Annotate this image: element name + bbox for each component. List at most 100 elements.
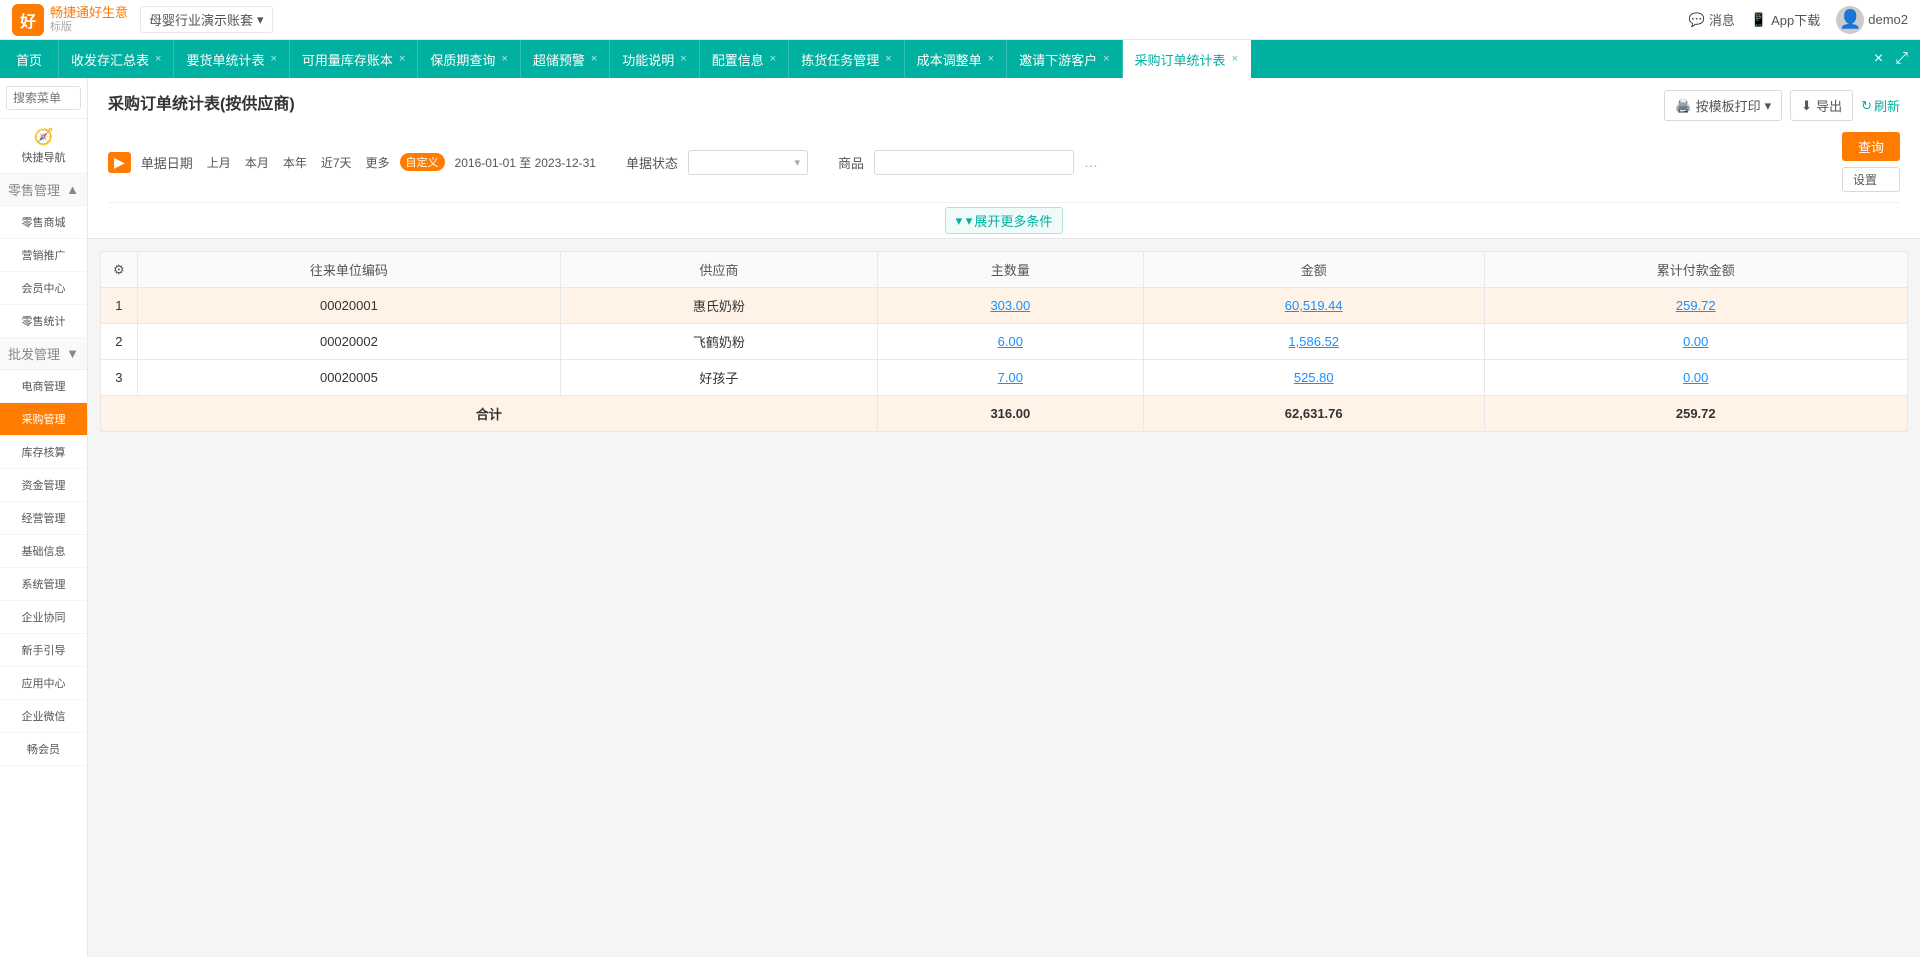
sidebar-item-ops-mgmt[interactable]: 经营管理 <box>0 502 87 535</box>
close-icon[interactable]: × <box>1232 53 1238 65</box>
cell-supplier: 好孩子 <box>561 360 878 396</box>
cell-quantity[interactable]: 303.00 <box>877 288 1143 324</box>
settings-button[interactable]: 设置 <box>1842 167 1900 192</box>
date-shortcuts: 上月 本月 本年 近7天 更多 自定义 <box>203 153 445 172</box>
goods-input[interactable] <box>874 150 1074 175</box>
close-icon[interactable]: × <box>1103 53 1109 65</box>
top-bar: 好 畅捷通好生意 标版 母婴行业演示账套 ▾ 💬 消息 📱 App下载 👤 de… <box>0 0 1920 40</box>
sidebar-item-inventory-check[interactable]: 库存核算 <box>0 436 87 469</box>
tab-available-stock[interactable]: 可用量库存账本 × <box>290 40 418 78</box>
cell-paid-amount[interactable]: 0.00 <box>1484 360 1908 396</box>
tab-expiry-query[interactable]: 保质期查询 × <box>418 40 520 78</box>
sidebar-item-basic-info[interactable]: 基础信息 <box>0 535 87 568</box>
sidebar-item-wholesale-mgmt[interactable]: 批发管理 ▼ <box>0 338 87 370</box>
data-table: ⚙ 往来单位编码 供应商 主数量 金额 累计付款金额 1 00020001 惠氏… <box>100 251 1908 432</box>
cell-amount[interactable]: 1,586.52 <box>1143 324 1484 360</box>
print-icon: 🖨️ <box>1675 98 1691 114</box>
cell-supplier: 惠氏奶粉 <box>561 288 878 324</box>
tab-invite-downstream[interactable]: 邀请下游客户 × <box>1007 40 1122 78</box>
cell-quantity[interactable]: 6.00 <box>877 324 1143 360</box>
tab-purchase-order-summary[interactable]: 采购订单统计表 × <box>1123 40 1251 78</box>
date-range-tag: 自定义 <box>400 153 445 171</box>
expand-icon: ▾ ▾ <box>956 213 973 229</box>
tab-picking-task[interactable]: 拣货任务管理 × <box>789 40 904 78</box>
table-header-row: ⚙ 往来单位编码 供应商 主数量 金额 累计付款金额 <box>101 252 1908 288</box>
close-icon[interactable]: × <box>680 53 686 65</box>
cell-code: 00020001 <box>137 288 560 324</box>
col-supplier: 供应商 <box>561 252 878 288</box>
sidebar-item-ecommerce-mgmt[interactable]: 电商管理 <box>0 370 87 403</box>
tab-config-info[interactable]: 配置信息 × <box>700 40 789 78</box>
sidebar-item-new-guide[interactable]: 新手引导 <box>0 634 87 667</box>
sidebar-item-retail-mall[interactable]: 零售商城 <box>0 206 87 239</box>
tab-cost-adjust[interactable]: 成本调整单 × <box>905 40 1007 78</box>
tab-receive-summary[interactable]: 收发存汇总表 × <box>59 40 174 78</box>
export-button[interactable]: ⬇ 导出 <box>1790 90 1853 121</box>
cell-amount[interactable]: 60,519.44 <box>1143 288 1484 324</box>
table-footer-row: 合计 316.00 62,631.76 259.72 <box>101 396 1908 432</box>
arrow-icon: ▲ <box>66 182 79 197</box>
print-button[interactable]: 🖨️ 按模板打印 ▾ <box>1664 90 1782 121</box>
sidebar-item-member-center[interactable]: 会员中心 <box>0 272 87 305</box>
date-range-text: 2016-01-01 至 2023-12-31 <box>455 154 596 171</box>
close-icon[interactable]: × <box>988 53 994 65</box>
goods-more-icon[interactable]: … <box>1084 154 1098 170</box>
date-this-month[interactable]: 本月 <box>241 153 273 172</box>
filter-toggle-button[interactable]: ▶ <box>108 152 131 173</box>
refresh-button[interactable]: ↻ 刷新 <box>1861 96 1900 115</box>
date-more[interactable]: 更多 <box>362 153 394 172</box>
sidebar-item-marketing[interactable]: 营销推广 <box>0 239 87 272</box>
col-quantity: 主数量 <box>877 252 1143 288</box>
cell-amount[interactable]: 525.80 <box>1143 360 1484 396</box>
sidebar-item-sys-mgmt[interactable]: 系统管理 <box>0 568 87 601</box>
user-menu[interactable]: 👤 demo2 <box>1836 6 1908 34</box>
cell-paid-amount[interactable]: 0.00 <box>1484 324 1908 360</box>
sidebar-item-retail-mgmt[interactable]: 零售管理 ▲ <box>0 174 87 206</box>
chevron-down-icon: ▾ <box>257 12 264 28</box>
close-icon[interactable]: × <box>155 53 161 65</box>
table-row: 2 00020002 飞鹤奶粉 6.00 1,586.52 0.00 <box>101 324 1908 360</box>
close-icon[interactable]: × <box>399 53 405 65</box>
cell-code: 00020002 <box>137 324 560 360</box>
close-icon[interactable]: × <box>770 53 776 65</box>
col-unit-code: 往来单位编码 <box>137 252 560 288</box>
cell-quantity[interactable]: 7.00 <box>877 360 1143 396</box>
query-button[interactable]: 查询 <box>1842 132 1900 161</box>
tab-home[interactable]: 首页 <box>0 40 59 78</box>
tab-purchase-summary[interactable]: 要货单统计表 × <box>174 40 289 78</box>
maximize-button[interactable]: ⤢ <box>1891 50 1912 68</box>
sidebar-item-retail-stats[interactable]: 零售统计 <box>0 305 87 338</box>
cell-supplier: 飞鹤奶粉 <box>561 324 878 360</box>
logo-icon: 好 <box>12 4 44 36</box>
workspace-selector[interactable]: 母婴行业演示账套 ▾ <box>140 6 273 33</box>
row-num: 3 <box>101 360 138 396</box>
expand-more-button[interactable]: ▾ ▾ 展开更多条件 <box>945 207 1064 234</box>
date-last-7-days[interactable]: 近7天 <box>317 153 356 172</box>
sidebar-item-vip[interactable]: 畅会员 <box>0 733 87 766</box>
sidebar-item-enterprise-collab[interactable]: 企业协同 <box>0 601 87 634</box>
col-settings[interactable]: ⚙ <box>101 252 138 288</box>
sidebar-item-purchase-mgmt[interactable]: 采购管理 <box>0 403 87 436</box>
close-icon[interactable]: × <box>591 53 597 65</box>
sidebar-item-quick-nav[interactable]: 🧭 快捷导航 <box>0 119 87 174</box>
status-select[interactable] <box>688 150 808 175</box>
sidebar-item-finance-mgmt[interactable]: 资金管理 <box>0 469 87 502</box>
close-icon[interactable]: × <box>501 53 507 65</box>
nav-tabs: 首页 收发存汇总表 × 要货单统计表 × 可用量库存账本 × 保质期查询 × 超… <box>0 40 1920 78</box>
tab-overstock-alert[interactable]: 超储预警 × <box>521 40 610 78</box>
sidebar: 🧭 快捷导航 零售管理 ▲ 零售商城 营销推广 会员中心 零售统计 批发管理 ▼… <box>0 78 88 957</box>
message-button[interactable]: 💬 消息 <box>1689 10 1735 29</box>
sidebar-item-app-center[interactable]: 应用中心 <box>0 667 87 700</box>
footer-amount: 62,631.76 <box>1143 396 1484 432</box>
app-download-button[interactable]: 📱 App下载 <box>1751 10 1820 29</box>
cell-paid-amount[interactable]: 259.72 <box>1484 288 1908 324</box>
main-layout: 🧭 快捷导航 零售管理 ▲ 零售商城 营销推广 会员中心 零售统计 批发管理 ▼… <box>0 78 1920 957</box>
close-all-button[interactable]: × <box>1870 50 1887 68</box>
tab-function-desc[interactable]: 功能说明 × <box>610 40 699 78</box>
date-this-year[interactable]: 本年 <box>279 153 311 172</box>
sidebar-item-enterprise-wechat[interactable]: 企业微信 <box>0 700 87 733</box>
close-icon[interactable]: × <box>270 53 276 65</box>
search-input[interactable] <box>6 86 81 110</box>
date-last-month[interactable]: 上月 <box>203 153 235 172</box>
close-icon[interactable]: × <box>885 53 891 65</box>
